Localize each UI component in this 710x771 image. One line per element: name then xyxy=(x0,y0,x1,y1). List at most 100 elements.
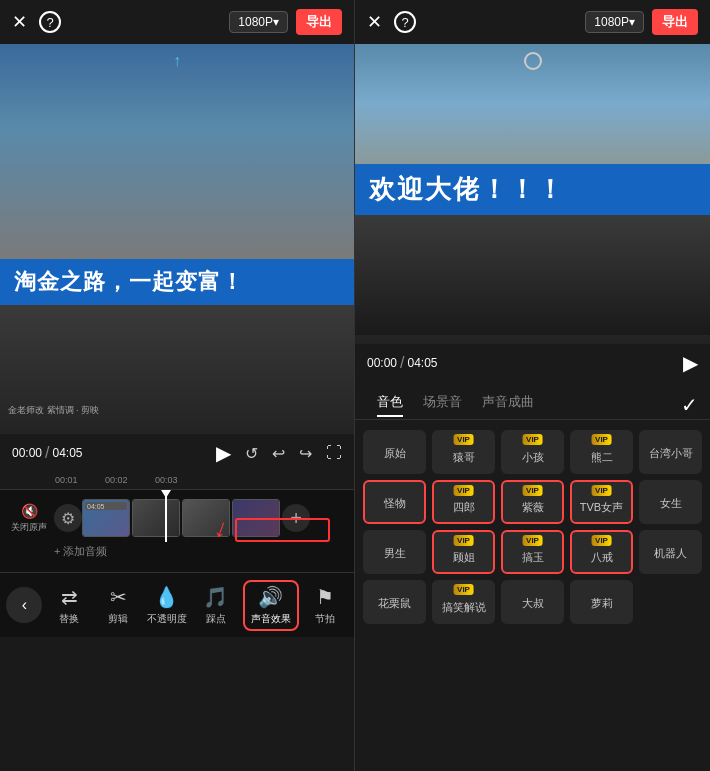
voice-cell-gujie[interactable]: VIP 顾姐 xyxy=(432,530,495,574)
tab-tone[interactable]: 音色 xyxy=(367,393,413,417)
cursor-indicator: ↑ xyxy=(173,52,181,70)
right-time-controls: 00:00 / 04:05 ▶ xyxy=(355,344,710,382)
track-thumb-1: 04:05 xyxy=(82,499,130,537)
tool-replace[interactable]: ⇄ 替换 xyxy=(47,585,91,626)
tab-scene[interactable]: 场景音 xyxy=(413,393,472,417)
audio-confirm-icon[interactable]: ✓ xyxy=(681,393,698,417)
voice-cell-tvb[interactable]: VIP TVB女声 xyxy=(570,480,633,524)
voice-cell-taiwan[interactable]: 台湾小哥 xyxy=(639,430,702,474)
voice-name-bajie: 八戒 xyxy=(591,550,613,565)
tool-rhythm[interactable]: ⚑ 节拍 xyxy=(303,585,347,626)
voice-cell-bear2[interactable]: VIP 熊二 xyxy=(570,430,633,474)
voice-name-chipmunk: 花栗鼠 xyxy=(378,596,411,611)
voice-cell-chipmunk[interactable]: 花栗鼠 xyxy=(363,580,426,624)
opacity-label: 不透明度 xyxy=(147,612,187,626)
right-control-icons: ▶ xyxy=(683,351,698,375)
right-close-icon[interactable]: ✕ xyxy=(367,11,382,33)
back-button[interactable]: ‹ xyxy=(6,587,42,623)
mute-icon: 🔇 xyxy=(21,503,38,519)
vip-badge: VIP xyxy=(522,535,543,546)
left-subtitle-banner: 淘金之路，一起变富！ xyxy=(0,259,354,305)
left-close-icon[interactable]: ✕ xyxy=(12,11,27,33)
left-top-controls: 1080P▾ 导出 xyxy=(229,9,342,35)
voice-cell-male[interactable]: 男生 xyxy=(363,530,426,574)
rhythm-icon: ⚑ xyxy=(316,585,334,609)
left-video-bg: ↑ 淘金之路，一起变富！ 金老师改 紫情调 · 剪映 xyxy=(0,44,354,434)
vip-badge: VIP xyxy=(591,485,612,496)
voice-cell-loli[interactable]: 萝莉 xyxy=(570,580,633,624)
voice-cell-silang[interactable]: VIP 四郎 xyxy=(432,480,495,524)
tool-opacity[interactable]: 💧 不透明度 xyxy=(145,585,189,626)
left-video-preview: ↑ 淘金之路，一起变富！ 金老师改 紫情调 · 剪映 xyxy=(0,44,354,434)
playhead xyxy=(165,490,167,542)
left-time-total: 04:05 xyxy=(52,446,82,460)
right-time-total: 04:05 xyxy=(407,356,437,370)
cut-icon: ✂ xyxy=(110,585,127,609)
right-play-btn[interactable]: ▶ xyxy=(683,351,698,375)
left-watermark: 金老师改 紫情调 · 剪映 xyxy=(8,404,99,417)
tab-compose[interactable]: 声音成曲 xyxy=(472,393,544,417)
vip-badge: VIP xyxy=(591,434,612,445)
left-timeline: 00:01 00:02 00:03 🔇 关闭原声 ⚙ 04:05 xyxy=(0,472,354,572)
voice-cell-monster[interactable]: 怪物 xyxy=(363,480,426,524)
right-top-controls: 1080P▾ 导出 xyxy=(585,9,698,35)
voice-name-ziwei: 紫薇 xyxy=(522,500,544,515)
tool-cut[interactable]: ✂ 剪辑 xyxy=(96,585,140,626)
voice-cell-funny[interactable]: VIP 搞笑解说 xyxy=(432,580,495,624)
voice-grid: 原始 VIP 猿哥 VIP 小孩 VIP 熊二 台湾小哥 怪物 VIP xyxy=(355,420,710,771)
voice-cell-female[interactable]: 女生 xyxy=(639,480,702,524)
voice-cell-uncle[interactable]: 大叔 xyxy=(501,580,564,624)
voice-name-robot: 机器人 xyxy=(654,546,687,561)
voice-effect-icon: 🔊 xyxy=(258,585,283,609)
left-top-icons: ✕ ? xyxy=(12,11,61,33)
left-export-btn[interactable]: 导出 xyxy=(296,9,342,35)
left-control-icons: ▶ ↺ ↩ ↪ ⛶ xyxy=(216,441,342,465)
add-audio-label: + 添加音频 xyxy=(54,544,107,559)
add-audio-bar[interactable]: + 添加音频 xyxy=(0,544,354,559)
beat-label: 踩点 xyxy=(206,612,226,626)
ruler-mark-2: 00:02 xyxy=(105,475,155,486)
voice-cell-bajie[interactable]: VIP 八戒 xyxy=(570,530,633,574)
left-play-btn[interactable]: ▶ xyxy=(216,441,231,465)
left-resolution-btn[interactable]: 1080P▾ xyxy=(229,11,288,33)
right-video-bg: 欢迎大佬！！！ xyxy=(355,44,710,344)
vip-badge: VIP xyxy=(522,485,543,496)
left-undo-icon[interactable]: ↩ xyxy=(272,444,285,463)
voice-cell-child[interactable]: VIP 小孩 xyxy=(501,430,564,474)
right-cursor-indicator xyxy=(524,52,542,70)
voice-cell-yuange[interactable]: VIP 猿哥 xyxy=(432,430,495,474)
track-label-text: 关闭原声 xyxy=(11,521,47,534)
right-help-icon[interactable]: ? xyxy=(394,11,416,33)
vip-badge: VIP xyxy=(453,535,474,546)
replace-icon: ⇄ xyxy=(61,585,78,609)
voice-cell-robot[interactable]: 机器人 xyxy=(639,530,702,574)
voice-name-child: 小孩 xyxy=(522,450,544,465)
voice-cell-ziwei[interactable]: VIP 紫薇 xyxy=(501,480,564,524)
tool-beat[interactable]: 🎵 踩点 xyxy=(194,585,238,626)
voice-name-uncle: 大叔 xyxy=(522,596,544,611)
voice-name-bear2: 熊二 xyxy=(591,450,613,465)
voice-cell-original[interactable]: 原始 xyxy=(363,430,426,474)
vip-badge: VIP xyxy=(591,535,612,546)
track-settings-btn[interactable]: ⚙ xyxy=(54,504,82,532)
voice-name-taiwan: 台湾小哥 xyxy=(649,446,693,461)
opacity-icon: 💧 xyxy=(154,585,179,609)
left-fullscreen-icon[interactable]: ⛶ xyxy=(326,444,342,462)
audio-tabs: 音色 场景音 声音成曲 ✓ xyxy=(355,382,710,420)
right-time-current: 00:00 xyxy=(367,356,397,370)
right-subtitle-banner: 欢迎大佬！！！ xyxy=(355,164,710,215)
voice-effect-label: 声音效果 xyxy=(251,612,291,626)
left-panel: ✕ ? 1080P▾ 导出 ↑ 淘金之路，一起变富！ 金老师改 紫情调 · 剪映… xyxy=(0,0,355,771)
voice-name-funny: 搞笑解说 xyxy=(442,600,486,615)
voice-cell-gaoyu[interactable]: VIP 搞玉 xyxy=(501,530,564,574)
left-redo-icon[interactable]: ↪ xyxy=(299,444,312,463)
tool-voice-effect[interactable]: 🔊 声音效果 xyxy=(243,580,299,631)
track-thumb-2 xyxy=(132,499,180,537)
left-help-icon[interactable]: ? xyxy=(39,11,61,33)
right-resolution-btn[interactable]: 1080P▾ xyxy=(585,11,644,33)
left-bottom-toolbar: ‹ ⇄ 替换 ✂ 剪辑 💧 不透明度 🎵 踩点 🔊 声音效果 ⚑ 节拍 xyxy=(0,572,354,637)
right-top-icons: ✕ ? xyxy=(367,11,416,33)
left-rotate-icon[interactable]: ↺ xyxy=(245,444,258,463)
replace-label: 替换 xyxy=(59,612,79,626)
right-export-btn[interactable]: 导出 xyxy=(652,9,698,35)
